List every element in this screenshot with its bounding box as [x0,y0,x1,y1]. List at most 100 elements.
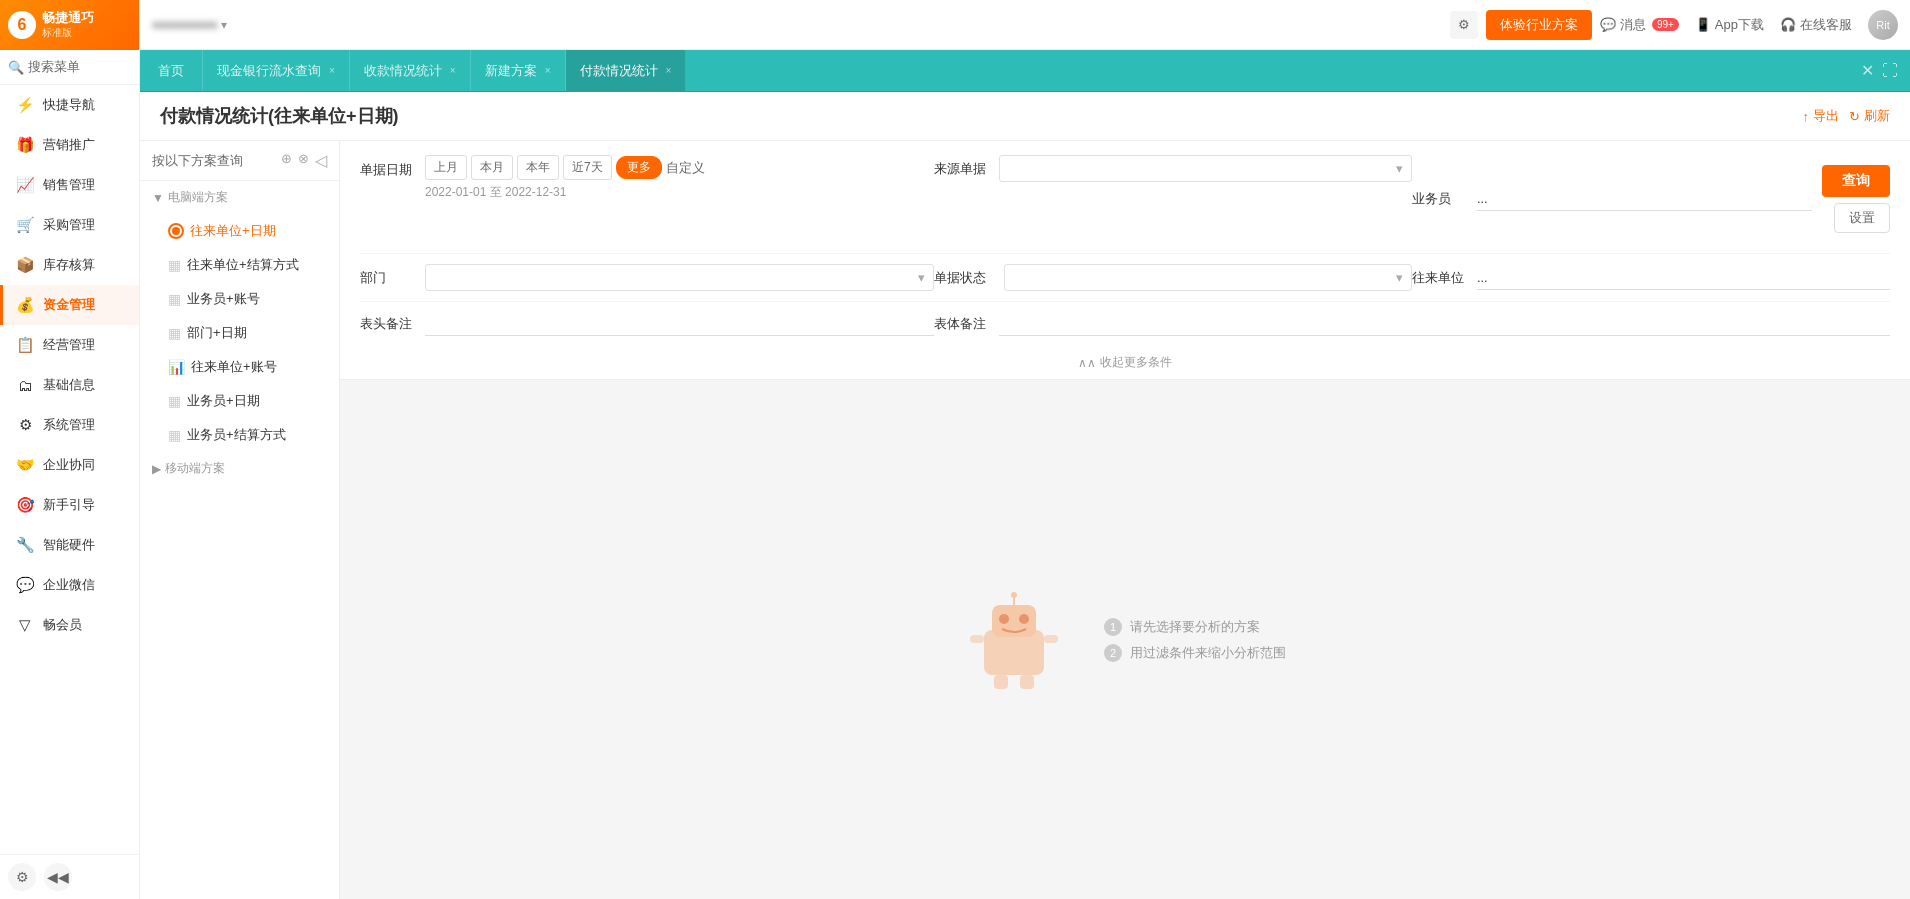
inventory-icon: 📦 [15,255,35,275]
sidebar-item-label: 新手引导 [43,496,95,514]
tab-close-icon[interactable]: × [450,65,456,76]
sidebar-item-marketing[interactable]: 🎁 营销推广 [0,125,139,165]
date-btn-this-year[interactable]: 本年 [517,155,559,180]
expand-btn[interactable]: ⛶ [1882,62,1898,80]
header-note-input[interactable] [425,312,934,336]
dept-label: 部门 [360,269,415,287]
sidebar-item-label: 系统管理 [43,416,95,434]
enterprise-icon: 🤝 [15,455,35,475]
sidebar-item-finance[interactable]: 💰 资金管理 [0,285,139,325]
tab-new-scheme[interactable]: 新建方案 × [471,50,566,91]
scheme-item-dept-date[interactable]: ▦ 部门+日期 [140,316,339,350]
collapse-panel-btn[interactable]: ◁ [315,151,327,170]
tip-text-1: 请先选择要分析的方案 [1130,618,1260,636]
scheme-item-label: 部门+日期 [187,324,247,342]
app-download-btn[interactable]: 📱 App下载 [1695,16,1764,34]
sidebar-item-basic[interactable]: 🗂 基础信息 [0,365,139,405]
headset-icon: 🎧 [1780,17,1796,32]
filter-section: 单据日期 上月 本月 本年 近7天 更多 自定义 20 [340,141,1910,380]
close-all-btn[interactable]: ✕ [1861,61,1874,80]
export-btn[interactable]: ↑ 导出 [1803,107,1840,125]
sidebar-item-member[interactable]: ▽ 畅会员 [0,605,139,645]
body-note-input[interactable] [999,312,1890,336]
footer-collapse-btn[interactable]: ◀◀ [44,863,72,891]
search-menu[interactable]: 🔍 搜索菜单 [0,50,139,85]
svg-rect-9 [1044,635,1058,643]
scheme-item-label: 业务员+日期 [187,392,260,410]
dept-select[interactable]: ▾ [425,264,934,291]
scheme-item-staff-date[interactable]: ▦ 业务员+日期 [140,384,339,418]
scheme-item-unit-account[interactable]: 📊 往来单位+账号 [140,350,339,384]
user-avatar[interactable]: Rit [1868,10,1898,40]
related-unit-label: 往来单位 [1412,269,1467,287]
member-icon: ▽ [15,615,35,635]
add-scheme-btn[interactable]: ⊕ [281,151,292,170]
svg-rect-6 [994,675,1008,689]
doc-status-select[interactable]: ▾ [1004,264,1412,291]
tab-label: 现金银行流水查询 [217,62,321,80]
sidebar-item-quick-nav[interactable]: ⚡ 快捷导航 [0,85,139,125]
doc-status-label: 单据状态 [934,269,994,287]
scheme-settings-btn[interactable]: ⊗ [298,151,309,170]
collapse-label: 收起更多条件 [1100,354,1172,371]
sidebar-item-label: 库存核算 [43,256,95,274]
marketing-icon: 🎁 [15,135,35,155]
refresh-btn[interactable]: ↻ 刷新 [1849,107,1890,125]
sidebar-item-inventory[interactable]: 📦 库存核算 [0,245,139,285]
source-select[interactable]: ▾ [999,155,1412,182]
footer-settings-btn[interactable]: ⚙ [8,863,36,891]
sidebar-item-sales[interactable]: 📈 销售管理 [0,165,139,205]
query-actions: 查询 设置 [1822,155,1890,243]
source-arrow-icon: ▾ [1396,161,1403,176]
date-btn-more[interactable]: 更多 [616,156,662,179]
date-btn-last-month[interactable]: 上月 [425,155,467,180]
collapse-more-btn[interactable]: ∧∧ 收起更多条件 [360,346,1890,379]
notification-btn[interactable]: 💬 消息 99+ [1600,16,1679,34]
finance-icon: 💰 [15,295,35,315]
sidebar-item-guide[interactable]: 🎯 新手引导 [0,485,139,525]
tab-label: 收款情况统计 [364,62,442,80]
tab-close-icon[interactable]: × [666,65,672,76]
tip-num-1: 1 [1104,618,1122,636]
sidebar-item-wechat[interactable]: 💬 企业微信 [0,565,139,605]
filter-settings-btn[interactable]: 设置 [1834,203,1890,233]
staff-input[interactable] [1477,187,1812,211]
app-logo-icon: 6 [8,11,36,39]
tab-close-icon[interactable]: × [545,65,551,76]
scheme-item-label: 业务员+结算方式 [187,426,286,444]
sidebar-item-label: 营销推广 [43,136,95,154]
scheme-item-unit-date[interactable]: 往来单位+日期 [140,214,339,248]
scheme-item-icon: ▦ [168,393,181,409]
empty-tips: 1 请先选择要分析的方案 2 用过滤条件来缩小分析范围 [1104,618,1286,662]
tab-home[interactable]: 首页 [140,50,203,91]
sidebar-footer: ⚙ ◀◀ [0,854,139,899]
trial-btn[interactable]: 体验行业方案 [1486,10,1592,40]
sales-icon: 📈 [15,175,35,195]
scheme-section-desktop[interactable]: ▼ 电脑端方案 [140,181,339,214]
related-unit-input[interactable] [1477,266,1890,290]
search-icon: 🔍 [8,60,24,75]
date-custom-label[interactable]: 自定义 [666,159,705,177]
query-btn[interactable]: 查询 [1822,165,1890,197]
tab-bank-flow[interactable]: 现金银行流水查询 × [203,50,350,91]
tab-close-icon[interactable]: × [329,65,335,76]
empty-robot-icon [964,585,1064,695]
sidebar-item-hardware[interactable]: 🔧 智能硬件 [0,525,139,565]
tab-payment-stats[interactable]: 付款情况统计 × [566,50,687,91]
sidebar-item-operations[interactable]: 📋 经营管理 [0,325,139,365]
online-service-btn[interactable]: 🎧 在线客服 [1780,16,1852,34]
sidebar-item-enterprise[interactable]: 🤝 企业协同 [0,445,139,485]
operations-icon: 📋 [15,335,35,355]
date-btn-7days[interactable]: 近7天 [563,155,612,180]
topbar-right: 💬 消息 99+ 📱 App下载 🎧 在线客服 Rit [1600,10,1898,40]
collapse-up-icon: ∧∧ [1078,356,1096,370]
scheme-item-staff-settlement[interactable]: ▦ 业务员+结算方式 [140,418,339,452]
scheme-section-mobile[interactable]: ▶ 移动端方案 [140,452,339,485]
topbar-settings-btn[interactable]: ⚙ [1450,11,1478,39]
scheme-item-staff-account[interactable]: ▦ 业务员+账号 [140,282,339,316]
sidebar-item-system[interactable]: ⚙ 系统管理 [0,405,139,445]
date-btn-this-month[interactable]: 本月 [471,155,513,180]
scheme-item-unit-settlement[interactable]: ▦ 往来单位+结算方式 [140,248,339,282]
tab-receipt-stats[interactable]: 收款情况统计 × [350,50,471,91]
sidebar-item-purchase[interactable]: 🛒 采购管理 [0,205,139,245]
